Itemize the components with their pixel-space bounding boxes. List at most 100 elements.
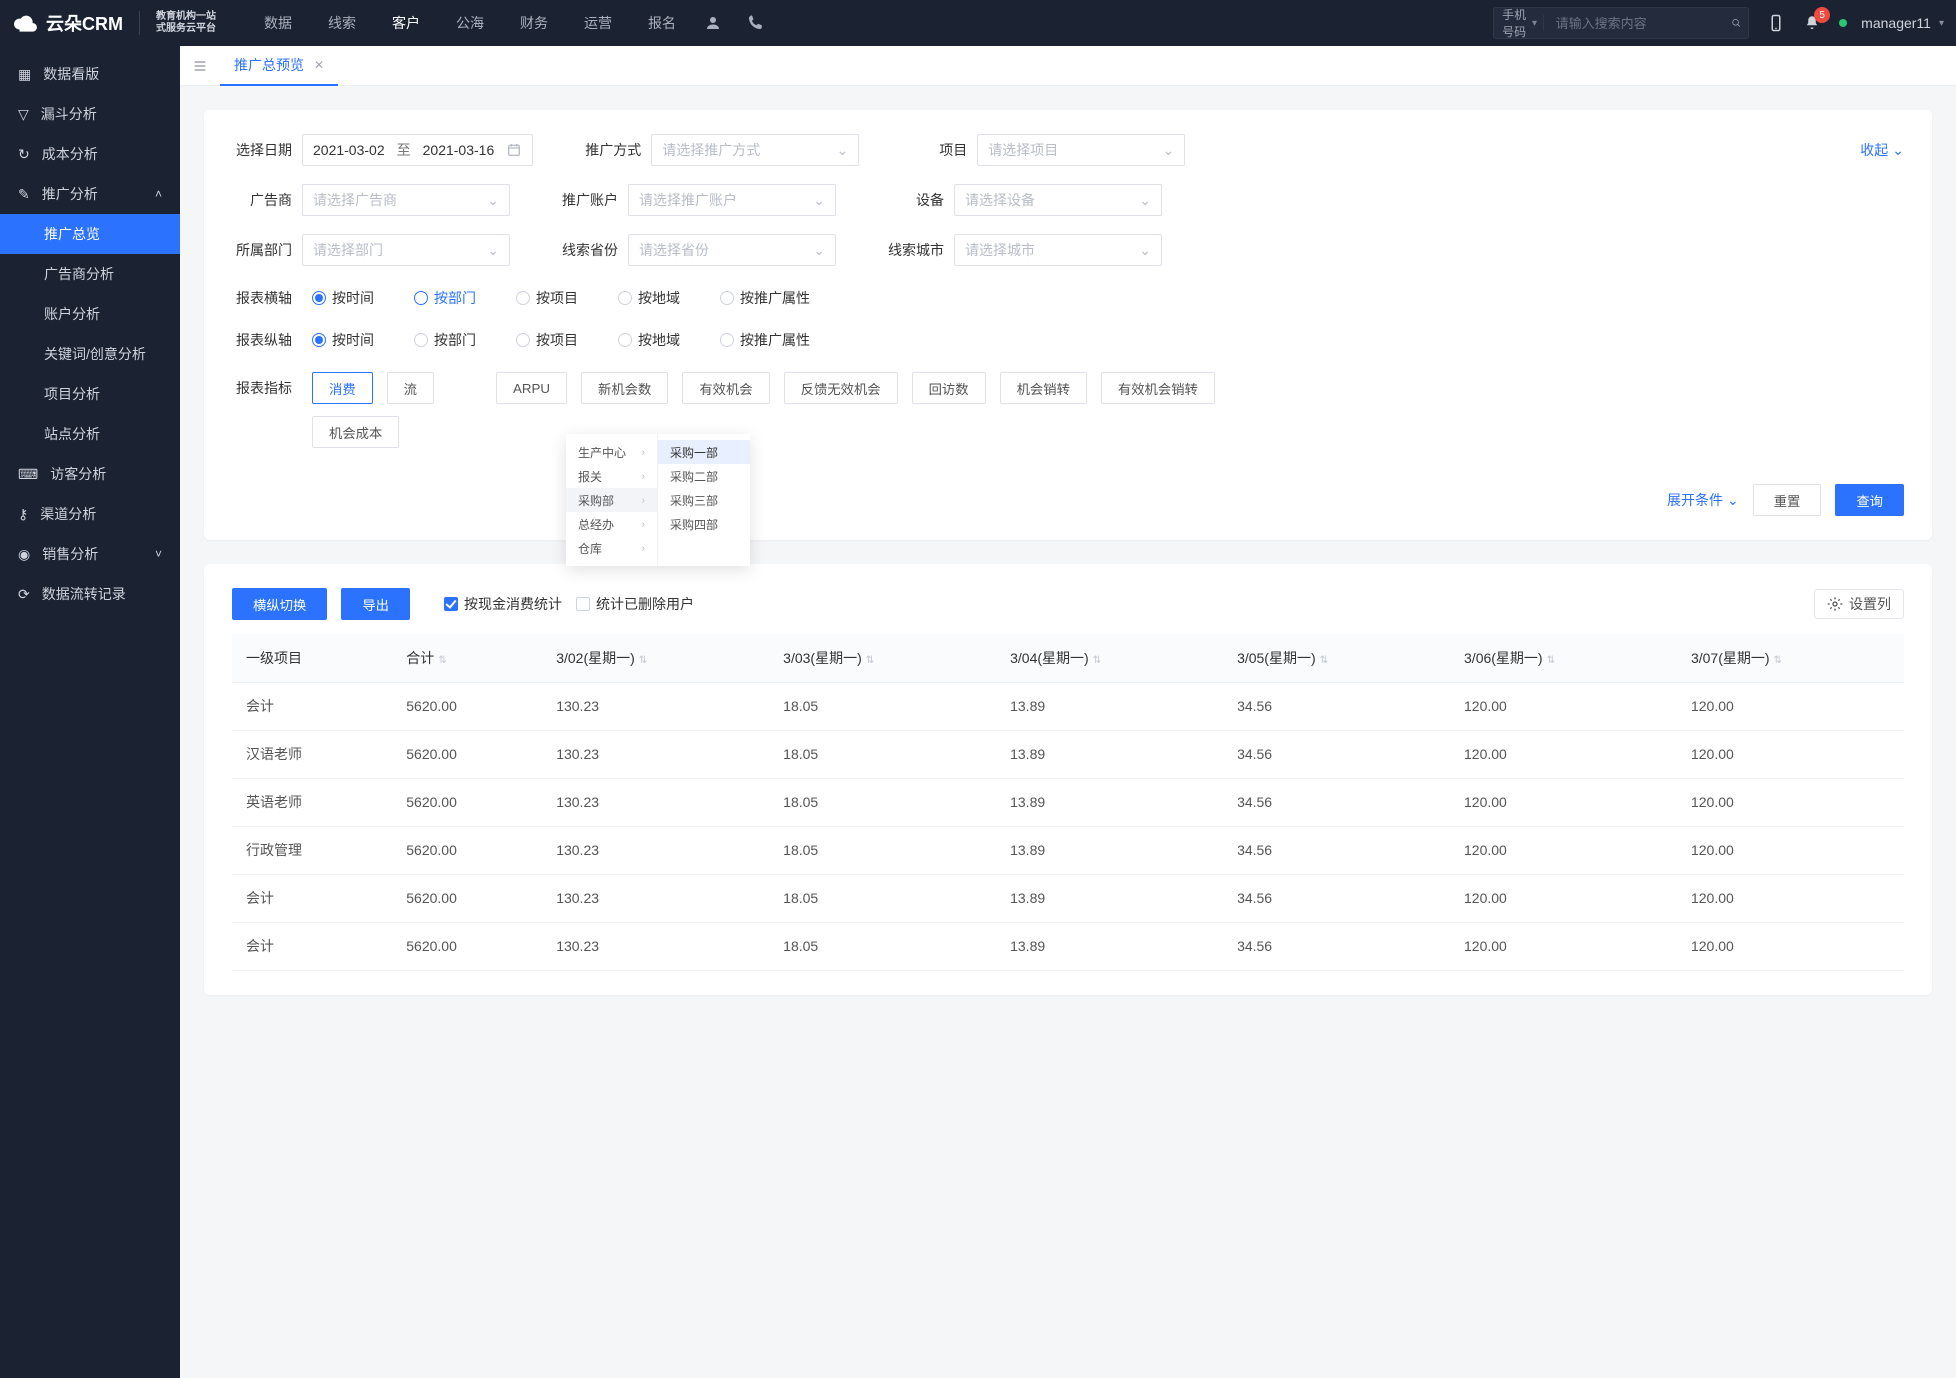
swap-axis-button[interactable]: 横纵切换 — [232, 588, 327, 620]
sidebar-toggle-icon[interactable] — [192, 58, 208, 74]
caret-down-icon[interactable]: ▾ — [1532, 18, 1537, 29]
column-header[interactable]: 3/03(星期一)⇅ — [769, 634, 996, 682]
expand-conditions-link[interactable]: 展开条件 ⌄ — [1667, 490, 1739, 510]
checkbox-icon — [576, 597, 590, 611]
topnav-item[interactable]: 报名 — [648, 13, 676, 33]
select-advertiser[interactable]: 请选择广告商⌄ — [302, 184, 510, 216]
radio-option[interactable]: 按部门 — [414, 288, 476, 308]
sidebar-subitem[interactable]: 站点分析 — [0, 414, 180, 454]
column-header[interactable]: 3/05(星期一)⇅ — [1223, 634, 1450, 682]
cascade-item[interactable]: 采购二部 — [658, 464, 750, 488]
query-button[interactable]: 查询 — [1835, 484, 1904, 516]
search-box[interactable]: 手机号码 ▾ — [1493, 7, 1749, 39]
metric-button[interactable]: 有效机会销转 — [1101, 372, 1215, 404]
metric-button[interactable]: ARPU — [496, 372, 567, 404]
radio-option[interactable]: 按推广属性 — [720, 330, 810, 350]
table-cell: 18.05 — [769, 922, 996, 970]
column-header[interactable]: 一级项目 — [232, 634, 392, 682]
phone-icon[interactable] — [746, 14, 764, 32]
radio-option[interactable]: 按推广属性 — [720, 288, 810, 308]
search-type[interactable]: 手机号码 — [1502, 6, 1532, 40]
radio-option[interactable]: 按项目 — [516, 288, 578, 308]
metric-button[interactable]: 有效机会 — [682, 372, 769, 404]
sidebar-item[interactable]: ⚷渠道分析 — [0, 494, 180, 534]
search-input[interactable] — [1556, 16, 1732, 31]
radio-option[interactable]: 按地域 — [618, 288, 680, 308]
radio-icon — [516, 333, 530, 347]
cascade-item[interactable]: 采购一部 — [658, 440, 750, 464]
table-cell: 行政管理 — [232, 826, 392, 874]
export-button[interactable]: 导出 — [341, 588, 410, 620]
sidebar-subitem[interactable]: 项目分析 — [0, 374, 180, 414]
sidebar-subitem[interactable]: 广告商分析 — [0, 254, 180, 294]
cascade-item[interactable]: 生产中心› — [566, 440, 657, 464]
radio-option[interactable]: 按时间 — [312, 330, 374, 350]
table-cell: 13.89 — [996, 730, 1223, 778]
sort-icon: ⇅ — [635, 655, 647, 666]
sidebar-subitem[interactable]: 推广总览 — [0, 214, 180, 254]
metric-button[interactable]: 反馈无效机会 — [784, 372, 898, 404]
metric-button[interactable]: 回访数 — [912, 372, 986, 404]
notification-bell[interactable]: 5 — [1803, 14, 1821, 32]
radio-option[interactable]: 按部门 — [414, 330, 476, 350]
sidebar-subitem[interactable]: 账户分析 — [0, 294, 180, 334]
metric-button[interactable]: 机会成本 — [312, 416, 399, 448]
checkbox-deleted-users[interactable]: 统计已删除用户 — [576, 594, 694, 614]
mobile-icon[interactable] — [1767, 14, 1785, 32]
sidebar-item[interactable]: ▦数据看版 — [0, 54, 180, 94]
cascade-item[interactable]: 报关› — [566, 464, 657, 488]
dept-cascade-dropdown: 生产中心›报关›采购部›总经办›仓库› 采购一部采购二部采购三部采购四部 — [566, 434, 750, 566]
topnav-item[interactable]: 公海 — [456, 13, 484, 33]
cascade-item[interactable]: 采购部› — [566, 488, 657, 512]
topnav-item[interactable]: 线索 — [328, 13, 356, 33]
topnav-item[interactable]: 客户 — [392, 13, 420, 33]
sidebar-item[interactable]: ◉销售分析˅ — [0, 534, 180, 574]
select-device[interactable]: 请选择设备⌄ — [954, 184, 1162, 216]
select-dept[interactable]: 请选择部门⌄ — [302, 234, 510, 266]
checkbox-cash-stats[interactable]: 按现金消费统计 — [444, 594, 562, 614]
sidebar-item[interactable]: ▽漏斗分析 — [0, 94, 180, 134]
select-city[interactable]: 请选择城市⌄ — [954, 234, 1162, 266]
search-icon[interactable] — [1732, 15, 1741, 31]
select-account[interactable]: 请选择推广账户⌄ — [628, 184, 836, 216]
radio-option[interactable]: 按项目 — [516, 330, 578, 350]
user-icon[interactable] — [704, 14, 722, 32]
cascade-item[interactable]: 采购三部 — [658, 488, 750, 512]
tab-promotion-overview[interactable]: 推广总预览 ✕ — [220, 46, 338, 86]
metric-button[interactable]: 机会销转 — [1000, 372, 1087, 404]
cascade-item[interactable]: 总经办› — [566, 512, 657, 536]
sidebar-item[interactable]: ⌨访客分析 — [0, 454, 180, 494]
column-header[interactable]: 3/07(星期一)⇅ — [1677, 634, 1904, 682]
radio-option[interactable]: 按时间 — [312, 288, 374, 308]
radio-option[interactable]: 按地域 — [618, 330, 680, 350]
sidebar-item[interactable]: ✎推广分析˄ — [0, 174, 180, 214]
metric-button[interactable]: 新机会数 — [581, 372, 668, 404]
metric-button[interactable]: 流 — [387, 372, 434, 404]
select-project[interactable]: 请选择项目⌄ — [977, 134, 1185, 166]
radio-icon — [414, 291, 428, 305]
sidebar-item[interactable]: ⟳数据流转记录 — [0, 574, 180, 614]
topnav-item[interactable]: 财务 — [520, 13, 548, 33]
column-settings-button[interactable]: 设置列 — [1814, 589, 1904, 619]
select-province[interactable]: 请选择省份⌄ — [628, 234, 836, 266]
topnav-item[interactable]: 数据 — [264, 13, 292, 33]
vaxis-radio-group: 按时间 按部门 按项目 按地域 按推广属性 — [312, 330, 810, 350]
metric-button[interactable]: 消费 — [312, 372, 373, 404]
close-icon[interactable]: ✕ — [314, 58, 324, 72]
column-header[interactable]: 3/04(星期一)⇅ — [996, 634, 1223, 682]
user-menu[interactable]: manager11 ▾ — [1839, 15, 1944, 31]
cascade-item[interactable]: 采购四部 — [658, 512, 750, 536]
date-range-picker[interactable]: 2021-03-02 至 2021-03-16 — [302, 134, 533, 166]
column-header[interactable]: 3/02(星期一)⇅ — [542, 634, 769, 682]
select-method[interactable]: 请选择推广方式⌄ — [651, 134, 859, 166]
column-header[interactable]: 合计⇅ — [392, 634, 542, 682]
table-cell: 34.56 — [1223, 922, 1450, 970]
topnav-item[interactable]: 运营 — [584, 13, 612, 33]
collapse-filters-link[interactable]: 收起 ⌄ — [1860, 140, 1904, 160]
table-cell: 120.00 — [1677, 778, 1904, 826]
sidebar-subitem[interactable]: 关键词/创意分析 — [0, 334, 180, 374]
sidebar-item[interactable]: ↻成本分析 — [0, 134, 180, 174]
column-header[interactable]: 3/06(星期一)⇅ — [1450, 634, 1677, 682]
reset-button[interactable]: 重置 — [1753, 484, 1822, 516]
cascade-item[interactable]: 仓库› — [566, 536, 657, 560]
